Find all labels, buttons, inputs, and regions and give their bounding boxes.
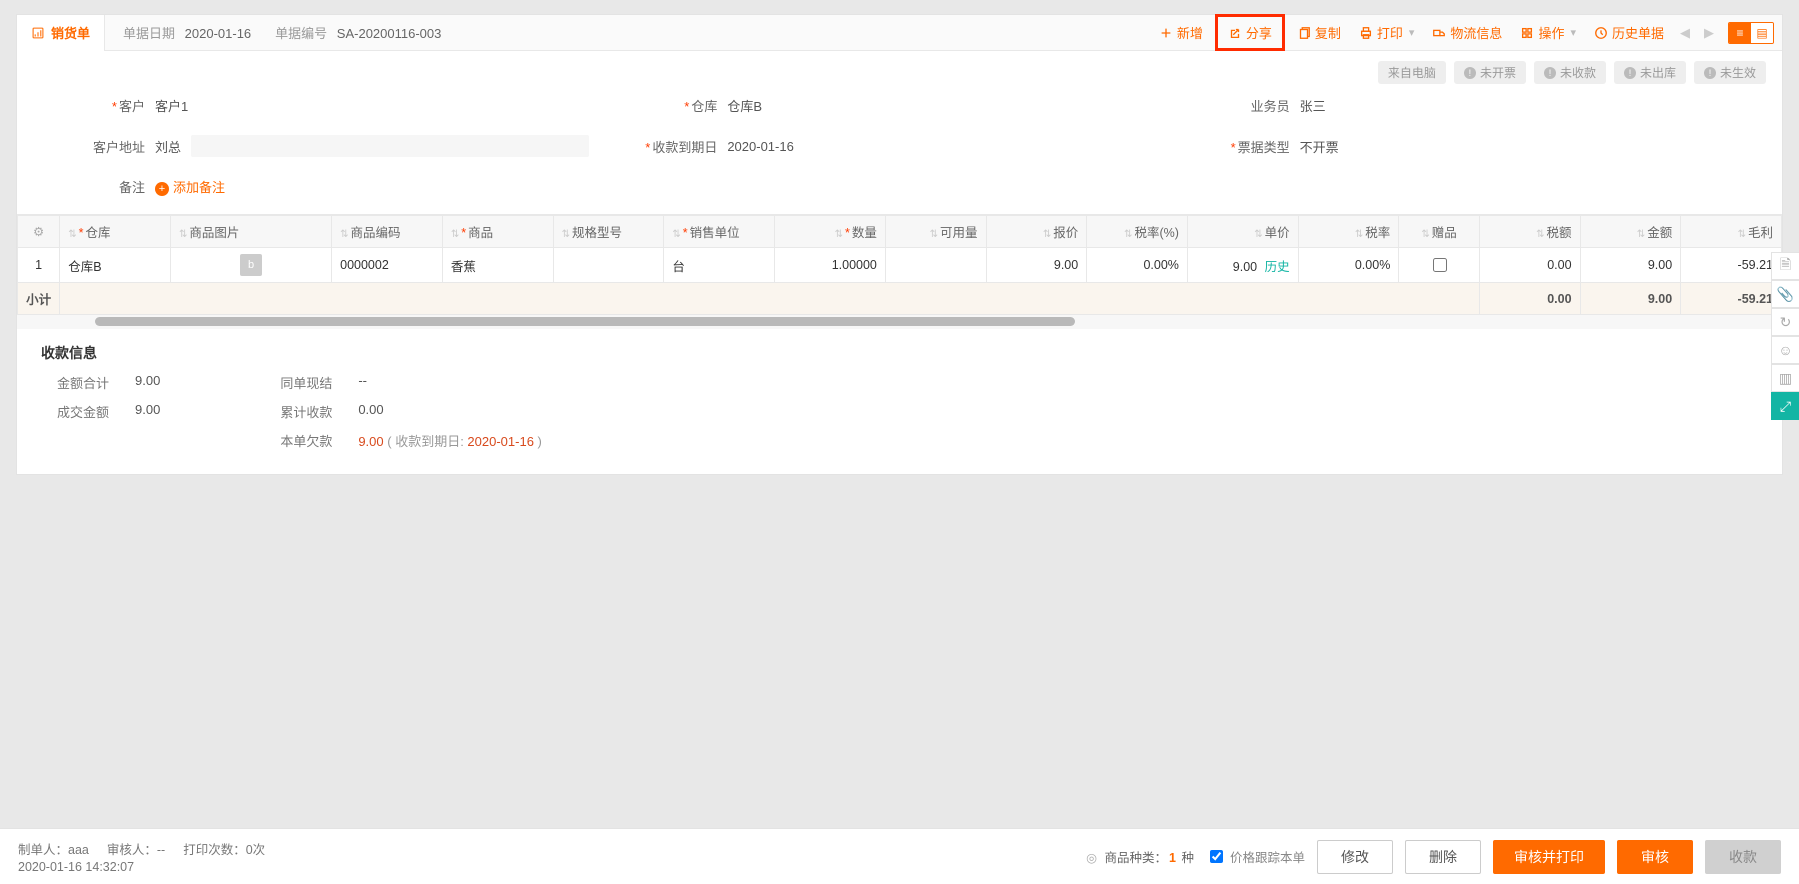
copy-button[interactable]: 复制	[1291, 19, 1347, 46]
chip-uncollected: !未收款	[1534, 61, 1606, 84]
truck-icon	[1432, 26, 1446, 40]
detail-view-icon[interactable]: ▤	[1751, 23, 1773, 43]
print-button[interactable]: 打印 ▾	[1353, 19, 1421, 46]
info-icon: !	[1464, 67, 1476, 79]
edit-button[interactable]: 修改	[1317, 840, 1393, 874]
audit-print-button[interactable]: 审核并打印	[1493, 840, 1605, 874]
info-icon: !	[1624, 67, 1636, 79]
field-salesman: 业务员 张三	[1210, 96, 1734, 115]
rail-user-button[interactable]: ☺	[1771, 336, 1799, 364]
chart-icon	[31, 26, 45, 40]
share-icon	[1228, 26, 1242, 40]
table-subtotal-row: 小计 0.00 9.00 -59.21	[18, 283, 1782, 315]
field-warehouse: *仓库 仓库B	[637, 96, 1161, 115]
payment-section-title: 收款信息	[17, 329, 1782, 369]
chevron-down-icon: ▾	[1570, 26, 1576, 39]
info-icon: !	[1704, 67, 1716, 79]
history-icon	[1594, 26, 1608, 40]
gift-checkbox[interactable]	[1433, 258, 1447, 272]
copy-icon	[1297, 26, 1311, 40]
add-remark-button[interactable]: 添加备注	[155, 177, 225, 196]
next-doc-button[interactable]: ▶	[1700, 25, 1718, 41]
table-horizontal-scrollbar[interactable]	[17, 315, 1782, 329]
follow-order-checkbox[interactable]: 价格跟踪本单	[1206, 847, 1305, 866]
chip-uninvoiced: !未开票	[1454, 61, 1526, 84]
tab-sales-order[interactable]: 销货单	[17, 15, 105, 51]
payment-deal: 成交金额9.00	[57, 402, 160, 421]
chevron-down-icon: ▾	[1409, 26, 1415, 39]
image-placeholder-icon: b	[240, 254, 262, 276]
table-header-row: ⚙ ⇅*仓库 ⇅商品图片 ⇅商品编码 ⇅*商品 ⇅规格型号 ⇅*销售单位 ⇅*数…	[18, 216, 1782, 248]
table-row[interactable]: 1 仓库B b 0000002 香蕉 台 1.00000 9.00 0.00% …	[18, 248, 1782, 283]
audit-button[interactable]: 审核	[1617, 840, 1693, 874]
chip-unactive: !未生效	[1694, 61, 1766, 84]
footer-meta: 制单人：aaa 审核人：-- 打印次数：0次 2020-01-16 14:32:…	[18, 839, 265, 874]
plus-icon	[1159, 26, 1173, 40]
field-remark: 备注 添加备注	[65, 177, 589, 196]
price-history-link[interactable]: 历史	[1265, 260, 1290, 274]
collect-button[interactable]: 收款	[1705, 840, 1781, 874]
list-view-icon[interactable]: ≡	[1729, 23, 1751, 43]
share-highlight-box: 分享	[1215, 14, 1285, 51]
rail-attach-button[interactable]: 📎	[1771, 280, 1799, 308]
doc-date: 单据日期 2020-01-16	[123, 23, 251, 42]
view-toggle[interactable]: ≡ ▤	[1728, 22, 1774, 44]
footer-variety: ◎ 商品种类：1 种	[1086, 847, 1194, 866]
delete-button[interactable]: 删除	[1405, 840, 1481, 874]
chip-unout: !未出库	[1614, 61, 1686, 84]
payment-total: 金额合计9.00	[57, 373, 160, 392]
logistics-button[interactable]: 物流信息	[1426, 19, 1508, 46]
field-due: *收款到期日 2020-01-16	[637, 135, 1161, 157]
cart-icon: ◎	[1086, 851, 1097, 865]
field-customer: *客户 客户1	[65, 96, 589, 115]
share-button[interactable]: 分享	[1222, 19, 1278, 46]
payment-same-order: 同单现结--	[280, 373, 542, 392]
gear-icon[interactable]: ⚙	[33, 225, 44, 239]
field-address: 客户地址 刘总	[65, 135, 589, 157]
prev-doc-button[interactable]: ◀	[1676, 25, 1694, 41]
field-invoice-type: *票据类型 不开票	[1210, 135, 1734, 157]
grid-icon	[1520, 26, 1534, 40]
rail-expand-button[interactable]: ⤢	[1771, 392, 1799, 420]
chip-from-pc: 来自电脑	[1378, 61, 1446, 84]
tab-title: 销货单	[51, 23, 90, 42]
doc-no: 单据编号 SA-20200116-003	[275, 23, 441, 42]
history-button[interactable]: 历史单据	[1588, 19, 1670, 46]
rail-note-button[interactable]: 🗎	[1771, 252, 1799, 280]
info-icon: !	[1544, 67, 1556, 79]
rail-barcode-button[interactable]: ▥	[1771, 364, 1799, 392]
payment-cum: 累计收款0.00	[280, 402, 542, 421]
add-button[interactable]: 新增	[1153, 19, 1209, 46]
operations-button[interactable]: 操作 ▾	[1514, 19, 1582, 46]
payment-owe: 本单欠款 9.00 ( 收款到期日: 2020-01-16 )	[280, 431, 542, 450]
rail-refresh-button[interactable]: ↻	[1771, 308, 1799, 336]
print-icon	[1359, 26, 1373, 40]
